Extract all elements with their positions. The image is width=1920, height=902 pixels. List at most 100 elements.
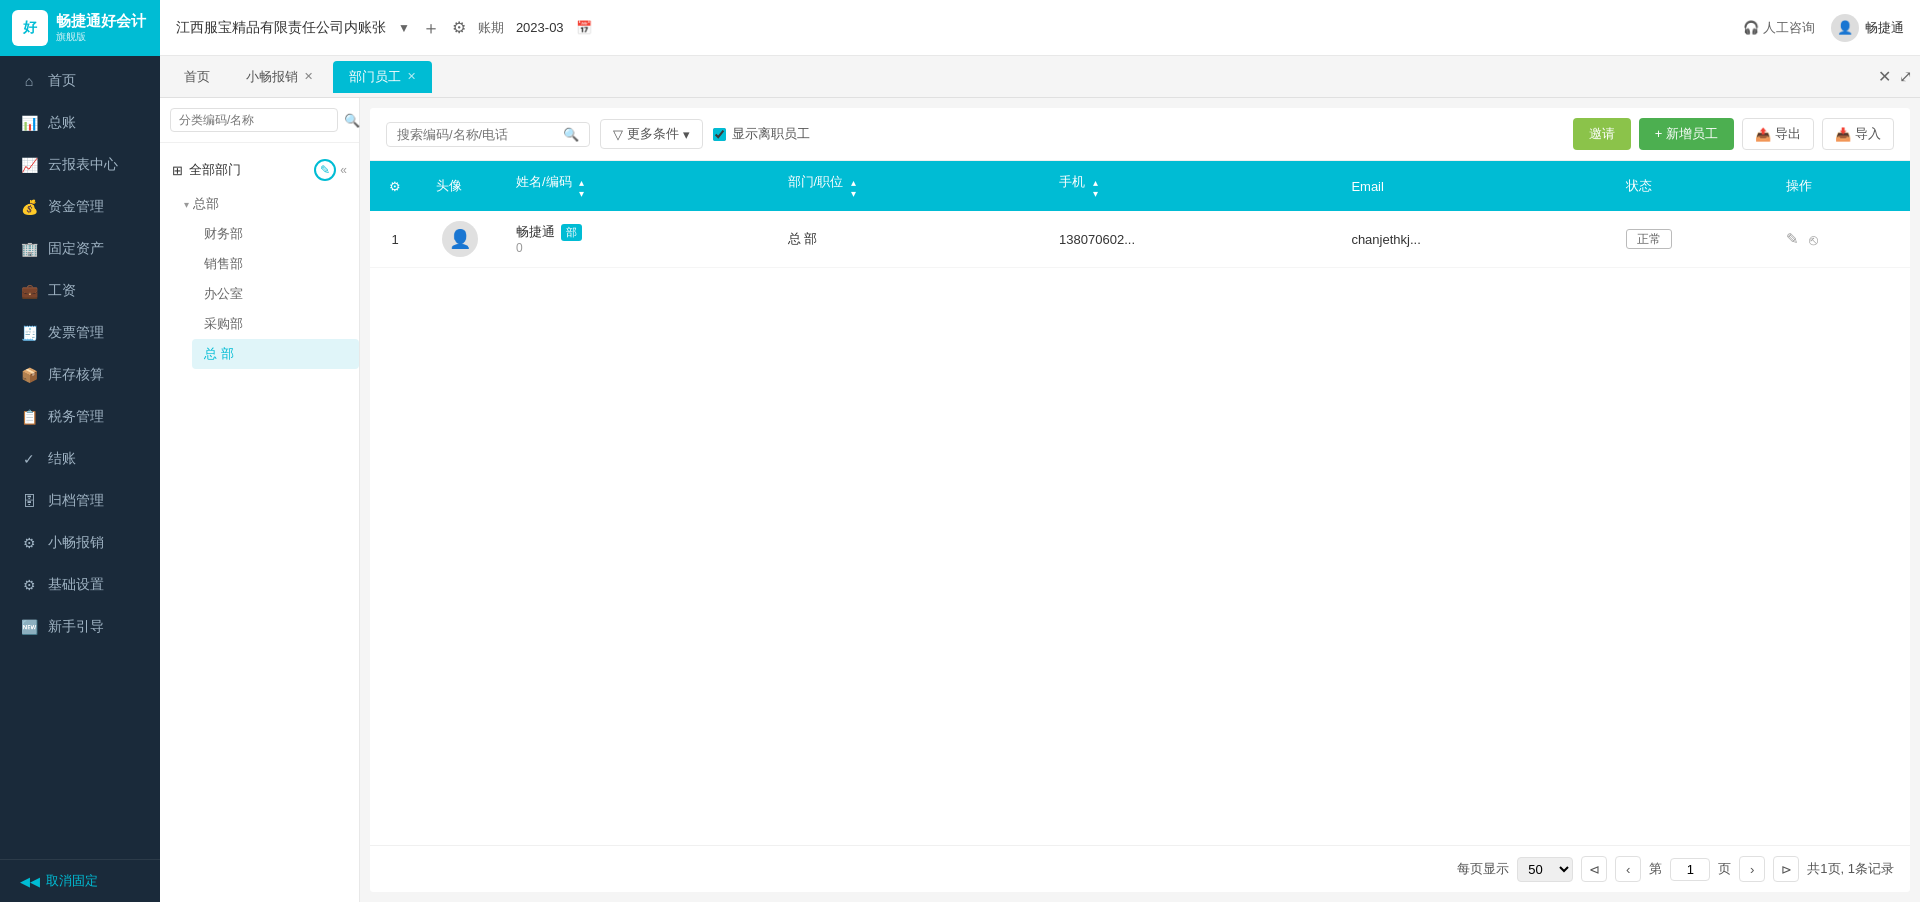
sidebar-item-expense[interactable]: ⚙ 小畅报销 [0, 522, 160, 564]
reports-icon: 📈 [20, 156, 38, 174]
sidebar-item-ledger[interactable]: 📊 总账 [0, 102, 160, 144]
col-dept[interactable]: 部门/职位 ▴▾ [772, 161, 1044, 211]
dept-all-label: 全部部门 [189, 161, 241, 179]
sidebar-item-inventory[interactable]: 📦 库存核算 [0, 354, 160, 396]
export-btn[interactable]: 📤 导出 [1742, 118, 1814, 150]
next-page-btn[interactable]: › [1739, 856, 1765, 882]
tab-home-label: 首页 [184, 68, 210, 86]
sidebar-item-invoice[interactable]: 🧾 发票管理 [0, 312, 160, 354]
department-panel: 🔍 ⊞ 全部部门 ✎ « 总部 财务部 [160, 98, 360, 902]
tab-home[interactable]: 首页 [168, 61, 226, 93]
show-resigned-checkbox[interactable] [713, 128, 726, 141]
employee-avatar: 👤 [442, 221, 478, 257]
import-btn-label: 导入 [1855, 125, 1881, 143]
invite-btn[interactable]: 邀请 [1573, 118, 1631, 150]
row-avatar: 👤 [420, 211, 500, 268]
toolbar-right: 邀请 + 新增员工 📤 导出 📥 导入 [1573, 118, 1894, 150]
sidebar-item-assets[interactable]: 🏢 固定资产 [0, 228, 160, 270]
sidebar-item-close[interactable]: ✓ 结账 [0, 438, 160, 480]
dept-child-general[interactable]: 总 部 [192, 339, 359, 369]
topbar: 江西服宝精品有限责任公司内账张 ▼ ＋ ⚙ 账期 2023-03 📅 🎧 人工咨… [160, 0, 1920, 56]
phone-sort-icon[interactable]: ▴▾ [1093, 177, 1098, 199]
dept-all-row[interactable]: ⊞ 全部部门 ✎ « [160, 151, 359, 189]
employee-search-input[interactable] [397, 127, 557, 142]
first-page-btn[interactable]: ⊲ [1581, 856, 1607, 882]
assets-icon: 🏢 [20, 240, 38, 258]
col-phone[interactable]: 手机 ▴▾ [1043, 161, 1335, 211]
employee-email: chanjethkj... [1351, 232, 1420, 247]
period-label: 账期 [478, 19, 504, 37]
page-number-input[interactable] [1670, 858, 1710, 881]
search-icon[interactable]: 🔍 [563, 127, 579, 142]
sidebar-item-home[interactable]: ⌂ 首页 [0, 60, 160, 102]
add-account-btn[interactable]: ＋ [422, 16, 440, 40]
dept-child-office[interactable]: 办公室 [192, 279, 359, 309]
table-header-row: ⚙ 头像 姓名/编码 ▴▾ 部门/职位 ▴▾ 手机 [370, 161, 1910, 211]
calendar-icon[interactable]: 📅 [576, 20, 592, 35]
close-tab-btn[interactable]: ✕ [1878, 67, 1891, 86]
sidebar-item-salary[interactable]: 💼 工资 [0, 270, 160, 312]
dept-collapse-btn[interactable]: « [340, 159, 347, 181]
add-employee-btn[interactable]: + 新增员工 [1639, 118, 1734, 150]
dept-child-sales[interactable]: 销售部 [192, 249, 359, 279]
prev-page-btn[interactable]: ‹ [1615, 856, 1641, 882]
app-edition: 旗舰版 [56, 30, 146, 44]
sidebar-item-ledger-label: 总账 [48, 114, 76, 132]
sidebar-item-capital[interactable]: 💰 资金管理 [0, 186, 160, 228]
sidebar-item-archive[interactable]: 🗄 归档管理 [0, 480, 160, 522]
tab-employees-close[interactable]: ✕ [407, 70, 416, 83]
row-actions: ✎ ⎋ [1770, 211, 1910, 268]
dept-edit-btn[interactable]: ✎ [314, 159, 336, 181]
last-page-btn[interactable]: ⊳ [1773, 856, 1799, 882]
tab-expense-close[interactable]: ✕ [304, 70, 313, 83]
expand-tab-btn[interactable]: ⤢ [1899, 67, 1912, 86]
user-info[interactable]: 👤 畅捷通 [1831, 14, 1904, 42]
row-dept: 总 部 [772, 211, 1044, 268]
sidebar-item-tax-label: 税务管理 [48, 408, 104, 426]
page-label: 页 [1718, 860, 1731, 878]
sidebar-item-reports[interactable]: 📈 云报表中心 [0, 144, 160, 186]
edit-employee-icon[interactable]: ✎ [1786, 230, 1799, 248]
tax-icon: 📋 [20, 408, 38, 426]
content-area: 🔍 ⊞ 全部部门 ✎ « 总部 财务部 [160, 98, 1920, 902]
show-resigned-text: 显示离职员工 [732, 125, 810, 143]
tab-expense[interactable]: 小畅报销 ✕ [230, 61, 329, 93]
dept-child-purchase[interactable]: 采购部 [192, 309, 359, 339]
name-sort-icon[interactable]: ▴▾ [579, 177, 584, 199]
tab-employees[interactable]: 部门员工 ✕ [333, 61, 432, 93]
dept-sort-icon[interactable]: ▴▾ [851, 177, 856, 199]
tabs-bar: 首页 小畅报销 ✕ 部门员工 ✕ ✕ ⤢ [160, 56, 1920, 98]
dept-search-input[interactable] [170, 108, 338, 132]
dept-child-finance[interactable]: 财务部 [192, 219, 359, 249]
app-logo: 好 畅捷通好会计 旗舰版 [0, 0, 160, 56]
unpin-btn[interactable]: ◀◀ 取消固定 [0, 859, 160, 902]
support-btn[interactable]: 🎧 人工咨询 [1743, 19, 1815, 37]
headset-icon: 🎧 [1743, 20, 1759, 35]
sidebar-nav: ⌂ 首页 📊 总账 📈 云报表中心 💰 资金管理 🏢 固定资产 💼 工资 🧾 发… [0, 56, 160, 859]
pin-icon: ◀◀ [20, 874, 40, 889]
sidebar-item-guide[interactable]: 🆕 新手引导 [0, 606, 160, 648]
dept-parent-hq[interactable]: 总部 [172, 189, 359, 219]
col-name[interactable]: 姓名/编码 ▴▾ [500, 161, 772, 211]
dept-search-icon[interactable]: 🔍 [344, 113, 360, 128]
col-status: 状态 [1610, 161, 1770, 211]
company-dropdown-btn[interactable]: ▼ [398, 21, 410, 35]
employee-table-wrap: ⚙ 头像 姓名/编码 ▴▾ 部门/职位 ▴▾ 手机 [370, 161, 1910, 845]
tabs-actions: ✕ ⤢ [1878, 67, 1912, 86]
page-size-select[interactable]: 50 100 200 [1517, 857, 1573, 882]
tab-employees-label: 部门员工 [349, 68, 401, 86]
filter-chevron-icon: ▾ [683, 127, 690, 142]
sidebar-item-tax[interactable]: 📋 税务管理 [0, 396, 160, 438]
ledger-icon: 📊 [20, 114, 38, 132]
sidebar-item-settings-label: 基础设置 [48, 576, 104, 594]
dept-all-actions: ✎ « [314, 159, 347, 181]
col-settings[interactable]: ⚙ [370, 161, 420, 211]
show-resigned-label[interactable]: 显示离职员工 [713, 125, 810, 143]
filter-btn[interactable]: ▽ 更多条件 ▾ [600, 119, 703, 149]
row-email: chanjethkj... [1335, 211, 1610, 268]
sidebar-item-settings[interactable]: ⚙ 基础设置 [0, 564, 160, 606]
import-btn[interactable]: 📥 导入 [1822, 118, 1894, 150]
gear-btn[interactable]: ⚙ [452, 18, 466, 37]
logout-employee-icon[interactable]: ⎋ [1809, 231, 1818, 248]
home-icon: ⌂ [20, 72, 38, 90]
